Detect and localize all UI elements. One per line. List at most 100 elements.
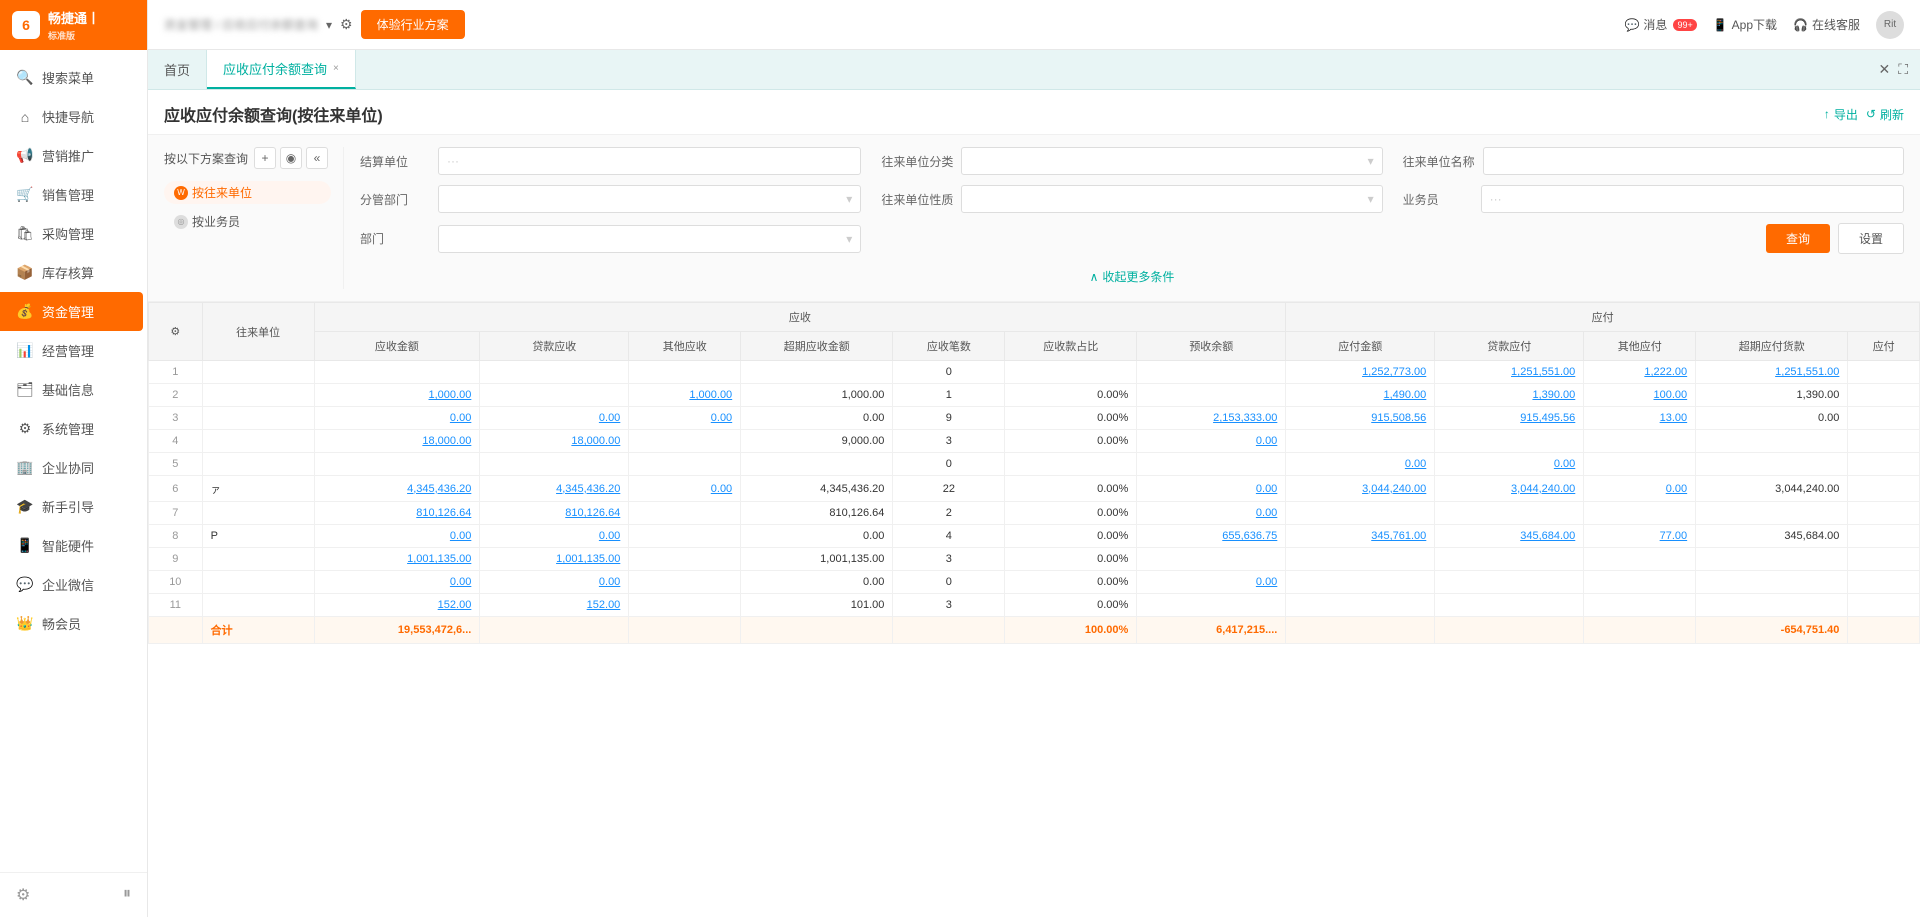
footer-advance: 6,417,215.... [1137,617,1286,644]
collapse-sidebar-icon[interactable]: ⏸ [123,885,131,905]
query-section: 按以下方案查询 + ◉ « W 按往来单位 ◎ 按业务员 [148,135,1920,302]
sidebar-item-operation[interactable]: 📊 经营管理 [0,331,147,370]
service-icon: 🎧 [1793,18,1808,32]
partner-cell [202,453,314,476]
refresh-icon: ↺ [1866,107,1876,121]
view-by-partner[interactable]: W 按往来单位 [164,181,331,204]
settlement-unit-input[interactable]: ··· [438,147,861,175]
system-icon: ⚙ [16,420,34,438]
sidebar-item-marketing[interactable]: 📢 营销推广 [0,136,147,175]
col-partner: 往来单位 [202,303,314,361]
add-scheme-button[interactable]: + [254,147,276,169]
basic-info-icon: 🗂 [16,381,34,399]
department-input[interactable]: ▾ [438,225,861,253]
query-button[interactable]: 查询 [1766,224,1830,253]
tab-close-icon[interactable]: × [333,63,339,74]
sidebar-item-system[interactable]: ⚙ 系统管理 [0,409,147,448]
app-download-label: App下载 [1732,16,1777,33]
collapse-conditions-bar[interactable]: ∧ 收起更多条件 [360,264,1904,289]
col-ap-other: 其他应付 [1584,332,1696,361]
online-service-item[interactable]: 🎧 在线客服 [1793,16,1860,33]
message-label: 消息 [1643,16,1667,33]
salesperson-input[interactable]: ··· [1481,185,1904,213]
settings-icon[interactable]: ⚙ [340,16,353,33]
ap-other-link[interactable]: 1,222.00 [1584,361,1696,384]
tab-ar-ap[interactable]: 应收应付余额查询 × [207,50,356,89]
partner-cell [202,548,314,571]
col-settings[interactable]: ⚙ [149,303,203,361]
header-left: 资金管理 / 应收应付余额查询 ▾ ⚙ 体验行业方案 [164,10,465,39]
col-ar-ratio: 应收款占比 [1005,332,1137,361]
sidebar-item-label: 销售管理 [42,185,94,204]
breadcrumb-dropdown[interactable]: ▾ [326,18,332,32]
settings-bottom-icon[interactable]: ⚙ [16,885,30,905]
ap-amount-link[interactable]: 1,252,773.00 [1286,361,1435,384]
message-item[interactable]: 💬 消息 99+ [1624,16,1696,33]
user-avatar[interactable]: Rit [1876,11,1904,39]
tab-ar-ap-label: 应收应付余额查询 [223,59,327,78]
partner-name-label: 往来单位名称 [1403,153,1475,170]
sidebar-item-search-menu[interactable]: 🔍 搜索菜单 [0,58,147,97]
message-badge: 99+ [1673,19,1696,31]
salesperson-option-dot: ◎ [174,215,188,229]
sidebar-item-sales[interactable]: 🛒 销售管理 [0,175,147,214]
close-window-icon[interactable]: ✕ [1878,61,1890,78]
app-subtitle: 标准版 [48,29,100,42]
app-download-item[interactable]: 📱 App下载 [1713,16,1777,33]
tab-bar: 首页 应收应付余额查询 × ✕ ⛶ [148,50,1920,90]
partner-cell [202,502,314,525]
scheme-collapse-button[interactable]: « [306,147,328,169]
table-footer-row: 合计 19,553,472,6... 100.00% 6,417,215....… [149,617,1920,644]
refresh-button[interactable]: ↺ 刷新 [1866,106,1904,123]
partner-name-input[interactable] [1483,147,1904,175]
sales-icon: 🛒 [16,186,34,204]
tab-home[interactable]: 首页 [148,50,207,89]
partner-cell: P [202,525,314,548]
sidebar-item-purchase[interactable]: 🛍 采购管理 [0,214,147,253]
sidebar-item-guide[interactable]: 🎓 新手引导 [0,487,147,526]
sidebar-item-smart-hw[interactable]: 📱 智能硬件 [0,526,147,565]
col-ap-overdue: 超期应付货款 [1696,332,1848,361]
purchase-icon: 🛍 [16,225,34,243]
operation-icon: 📊 [16,342,34,360]
sidebar-item-label: 搜索菜单 [42,68,94,87]
sidebar-item-member[interactable]: 👑 畅会员 [0,604,147,643]
scheme-settings-button[interactable]: ◉ [280,147,302,169]
table-row: 6 ァ 4,345,436.20 4,345,436.20 0.00 4,345… [149,476,1920,502]
sidebar-item-basic-info[interactable]: 🗂 基础信息 [0,370,147,409]
partner-nature-input[interactable]: ▾ [961,185,1382,213]
col-ar-amount: 应收金额 [314,332,480,361]
settings-button[interactable]: 设置 [1838,223,1904,254]
ap-overdue-link[interactable]: 1,251,551.00 [1696,361,1848,384]
export-button[interactable]: ↑ 导出 [1824,106,1858,123]
sidebar-item-finance[interactable]: 💰 资金管理 [0,292,143,331]
dropdown-icon: ▾ [1368,154,1374,168]
main-content: 应收应付余额查询(按往来单位) ↑ 导出 ↺ 刷新 按以下方案查询 + ◉ [148,90,1920,917]
trial-btn[interactable]: 体验行业方案 [361,10,465,39]
dept-manager-input[interactable]: ▾ [438,185,861,213]
sidebar-item-wechat[interactable]: 💬 企业微信 [0,565,147,604]
enterprise-icon: 🏢 [16,459,34,477]
ap-loan-link[interactable]: 1,251,551.00 [1435,361,1584,384]
sidebar-item-inventory[interactable]: 📦 库存核算 [0,253,147,292]
partner-option-dot: W [174,186,188,200]
app-logo: 6 畅捷通丨 标准版 [0,0,147,50]
sidebar-item-quick-nav[interactable]: ⌂ 快捷导航 [0,97,147,136]
guide-icon: 🎓 [16,498,34,516]
col-ap-amount: 应付金额 [1286,332,1435,361]
table-row: 3 0.00 0.00 0.00 0.00 9 0.00% 2,153,333.… [149,407,1920,430]
settlement-unit-dots: ··· [447,154,459,168]
tab-home-label: 首页 [164,60,190,79]
col-ar-count: 应收笔数 [893,332,1005,361]
table-row: 11 152.00 152.00 101.00 3 0.00% [149,594,1920,617]
sidebar-item-label: 智能硬件 [42,536,94,555]
view-by-salesperson[interactable]: ◎ 按业务员 [164,210,331,233]
partner-cell: ァ [202,476,314,502]
salesperson-field: 业务员 ··· [1403,185,1904,213]
partner-nature-field: 往来单位性质 ▾ [881,185,1382,213]
settlement-unit-label: 结算单位 [360,153,430,170]
breadcrumb: 资金管理 / 应收应付余额查询 [164,16,318,33]
sidebar-item-enterprise[interactable]: 🏢 企业协同 [0,448,147,487]
partner-category-input[interactable]: ▾ [961,147,1382,175]
expand-icon[interactable]: ⛶ [1898,61,1908,78]
